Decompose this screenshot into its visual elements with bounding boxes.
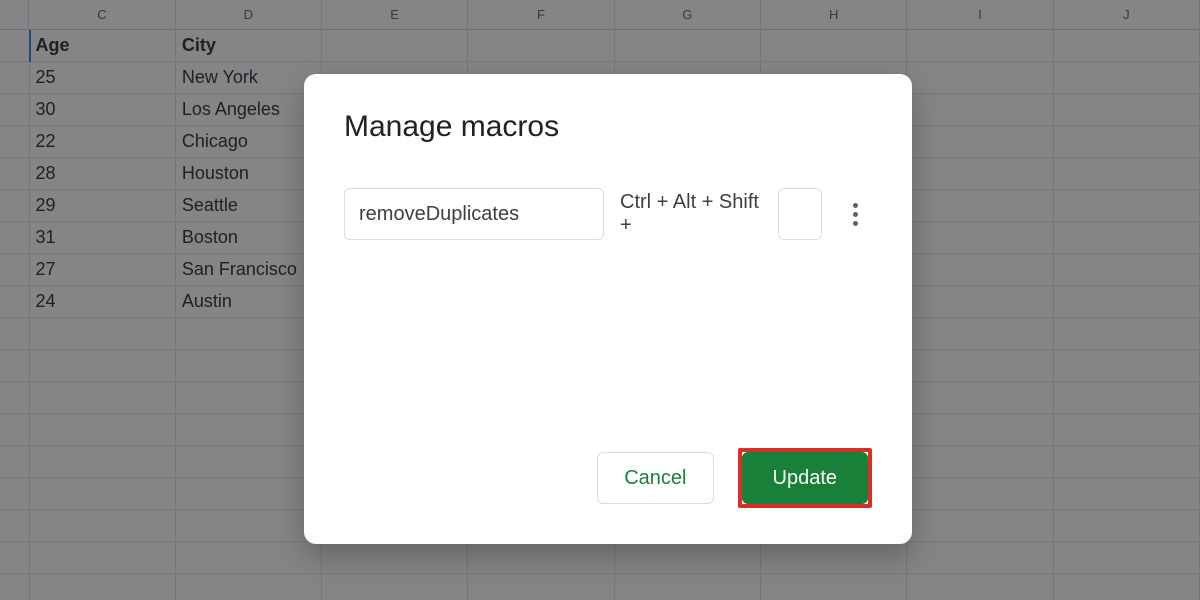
macro-name-input[interactable] (344, 188, 604, 240)
update-button-highlight: Update (738, 448, 873, 508)
dialog-actions: Cancel Update (344, 448, 872, 508)
dialog-title: Manage macros (344, 110, 872, 144)
update-button[interactable]: Update (742, 452, 869, 504)
shortcut-prefix-label: Ctrl + Alt + Shift + (620, 191, 766, 237)
macro-more-button[interactable] (838, 196, 872, 232)
manage-macros-dialog: Manage macros Ctrl + Alt + Shift + Cance… (304, 74, 912, 544)
cancel-button[interactable]: Cancel (597, 452, 713, 504)
macro-row: Ctrl + Alt + Shift + (344, 188, 872, 240)
more-vertical-icon (853, 203, 858, 226)
shortcut-key-input[interactable] (778, 188, 822, 240)
